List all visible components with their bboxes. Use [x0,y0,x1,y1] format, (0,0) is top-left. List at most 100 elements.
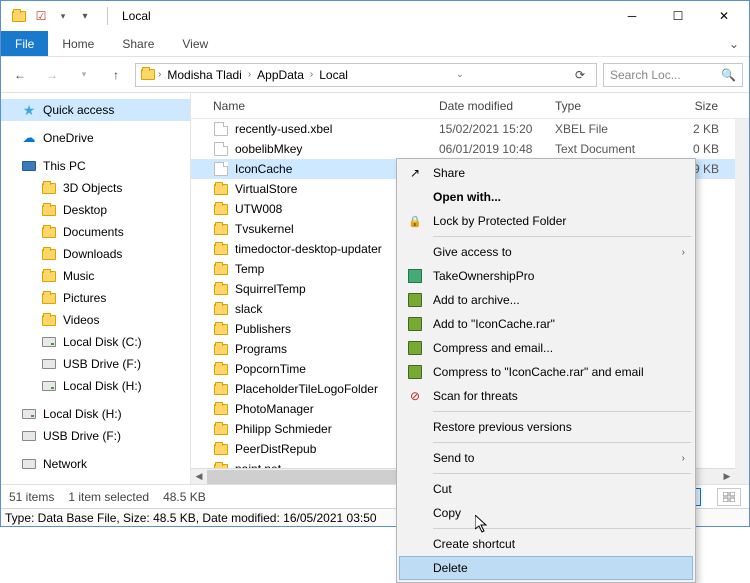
cm-separator [433,473,691,474]
nav-drive[interactable]: USB Drive (F:) [1,353,190,375]
nav-drive[interactable]: Local Disk (H:) [1,375,190,397]
column-type[interactable]: Type [547,93,667,118]
vertical-scrollbar[interactable] [735,119,749,468]
nav-item[interactable]: Videos [1,309,190,331]
nav-item[interactable]: Music [1,265,190,287]
ribbon-tab-share[interactable]: Share [108,31,168,56]
refresh-icon[interactable]: ⟳ [568,64,592,86]
nav-label: 3D Objects [63,181,122,195]
status-size: 48.5 KB [163,490,206,504]
nav-quick-access[interactable]: ★ Quick access [1,99,190,121]
file-type: XBEL File [547,122,667,136]
back-button[interactable]: ← [7,62,33,88]
cm-share[interactable]: Share [399,161,693,185]
chevron-right-icon[interactable]: › [308,69,315,80]
cm-separator [433,236,691,237]
nav-item[interactable]: 3D Objects [1,177,190,199]
recent-dropdown-icon[interactable]: ▾ [71,62,97,88]
archive-icon [407,364,423,380]
cm-give-access[interactable]: Give access to› [399,240,693,264]
up-button[interactable]: ↑ [103,62,129,88]
column-name[interactable]: Name [191,93,431,118]
column-size[interactable]: Size [667,93,727,118]
cm-compress-rar-email[interactable]: Compress to "IconCache.rar" and email [399,360,693,384]
table-row[interactable]: oobelibMkey06/01/2019 10:48Text Document… [191,139,749,159]
minimize-button[interactable]: ─ [609,1,655,31]
cm-label: Give access to [433,245,512,259]
view-large-icons-button[interactable] [717,488,741,506]
file-size: 0 KB [667,142,727,156]
drive-icon [41,334,57,350]
nav-label: Documents [63,225,124,239]
nav-onedrive[interactable]: ☁ OneDrive [1,127,190,149]
scroll-right-icon[interactable]: ▶ [719,469,735,485]
properties-icon[interactable]: ☑ [33,8,49,24]
navigation-pane[interactable]: ★ Quick access ☁ OneDrive This PC 3D Obj… [1,93,191,484]
cm-compress-email[interactable]: Compress and email... [399,336,693,360]
address-dropdown-icon[interactable]: ⌄ [448,64,472,86]
search-input[interactable]: Search Loc... 🔍 [603,63,743,87]
cm-lock[interactable]: Lock by Protected Folder [399,209,693,233]
cm-restore[interactable]: Restore previous versions [399,415,693,439]
maximize-button[interactable]: ☐ [655,1,701,31]
cm-cut[interactable]: Cut [399,477,693,501]
cm-takeowner[interactable]: TakeOwnershipPro [399,264,693,288]
nav-drive[interactable]: USB Drive (F:) [1,425,190,447]
file-name: SquirrelTemp [235,282,306,296]
cm-open-with[interactable]: Open with... [399,185,693,209]
quick-access-toolbar: ☑ ▾ ▾ [3,8,101,24]
file-name: timedoctor-desktop-updater [235,242,382,256]
breadcrumb[interactable]: Modisha Tladi [163,64,245,86]
folder-icon [213,221,229,237]
breadcrumb-segment[interactable]: Local [319,68,348,82]
nav-label: USB Drive (F:) [63,357,141,371]
cm-label: Restore previous versions [433,420,572,434]
nav-item[interactable]: Downloads [1,243,190,265]
nav-network[interactable]: Network [1,453,190,475]
folder-icon [41,290,57,306]
cm-create-shortcut[interactable]: Create shortcut [399,532,693,556]
folder-icon [41,180,57,196]
cm-separator [433,528,691,529]
nav-drive[interactable]: Local Disk (H:) [1,403,190,425]
file-name: Philipp Schmieder [235,422,332,436]
ribbon-tab-home[interactable]: Home [48,31,108,56]
cm-copy[interactable]: Copy [399,501,693,525]
ribbon-expand-icon[interactable]: ⌄ [719,31,749,56]
chevron-right-icon[interactable]: › [156,69,163,80]
breadcrumb[interactable]: AppData [253,64,308,86]
breadcrumb-segment[interactable]: AppData [257,68,304,82]
status-item-count: 51 items [9,490,54,504]
nav-item[interactable]: Desktop [1,199,190,221]
ribbon-tab-file[interactable]: File [1,31,48,56]
qat-dropdown-icon[interactable]: ▾ [55,8,71,24]
nav-drive[interactable]: Local Disk (C:) [1,331,190,353]
cm-add-archive[interactable]: Add to archive... [399,288,693,312]
titlebar: ☑ ▾ ▾ Local ─ ☐ ✕ [1,1,749,31]
close-button[interactable]: ✕ [701,1,747,31]
breadcrumb-segment[interactable]: Modisha Tladi [167,68,241,82]
nav-label: Local Disk (C:) [63,335,142,349]
overflow-icon[interactable]: ▾ [77,8,93,24]
nav-label: Desktop [63,203,107,217]
cm-scan[interactable]: Scan for threats [399,384,693,408]
cm-send-to[interactable]: Send to› [399,446,693,470]
nav-item[interactable]: Pictures [1,287,190,309]
file-date: 15/02/2021 15:20 [431,122,547,136]
cm-label: Compress to "IconCache.rar" and email [433,365,644,379]
cm-delete[interactable]: Delete [399,556,693,580]
cm-add-rar[interactable]: Add to "IconCache.rar" [399,312,693,336]
column-date[interactable]: Date modified [431,93,547,118]
ribbon-tab-view[interactable]: View [168,31,222,56]
nav-this-pc[interactable]: This PC [1,155,190,177]
drive-icon [21,428,37,444]
address-bar[interactable]: › Modisha Tladi › AppData › Local ⌄ ⟳ [135,63,597,87]
forward-button[interactable]: → [39,62,65,88]
file-name: IconCache [235,162,292,176]
breadcrumb[interactable]: Local [315,64,352,86]
scroll-left-icon[interactable]: ◀ [191,469,207,485]
nav-item[interactable]: Documents [1,221,190,243]
table-row[interactable]: recently-used.xbel15/02/2021 15:20XBEL F… [191,119,749,139]
cloud-icon: ☁ [21,130,37,146]
chevron-right-icon[interactable]: › [246,69,253,80]
